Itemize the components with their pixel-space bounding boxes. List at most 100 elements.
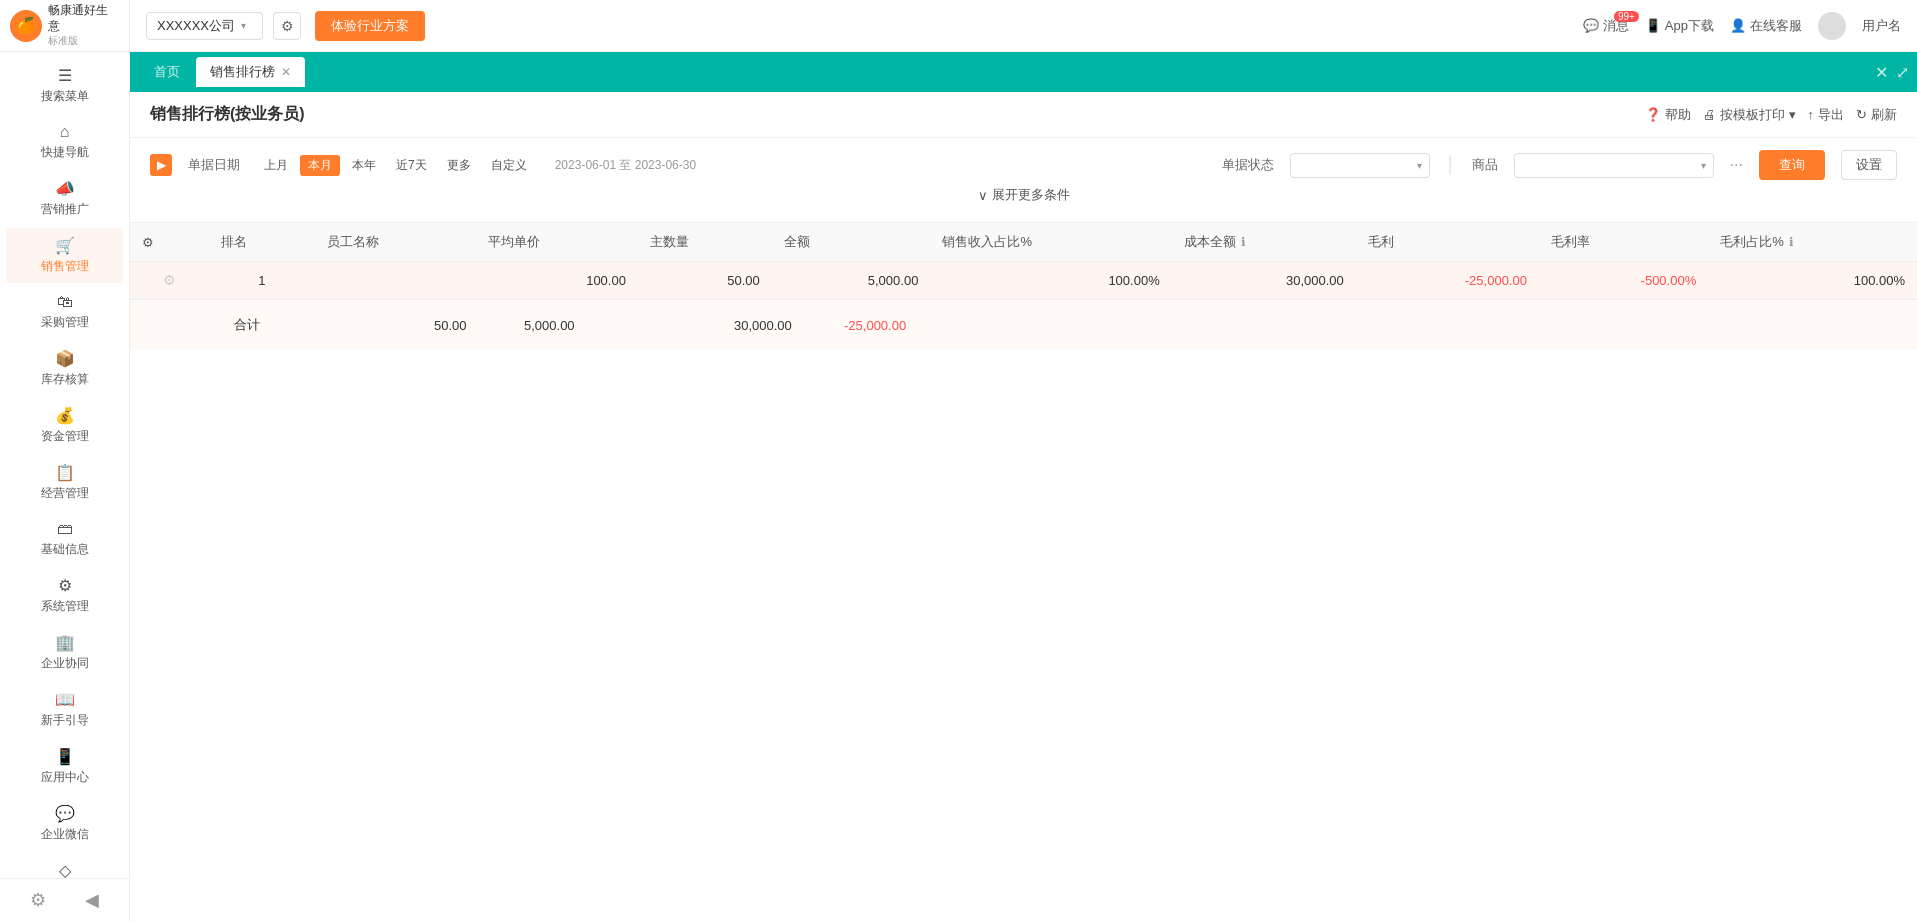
footer-profit-pct xyxy=(1032,319,1132,331)
table-footer: 合计 50.00 5,000.00 30,000.00 -25,000.00 xyxy=(130,299,1917,350)
page-actions: ❓ 帮助 🖨 按模板打印 ▾ ↑ 导出 ↻ 刷新 xyxy=(1645,106,1898,124)
sidebar-bottom: ⚙ ◀ xyxy=(0,878,129,921)
user-avatar[interactable] xyxy=(1818,12,1846,40)
sidebar-item-marketing[interactable]: 📣 营销推广 xyxy=(6,171,123,226)
query-button[interactable]: 查询 xyxy=(1759,150,1825,180)
footer-label: 合计 xyxy=(222,310,322,340)
row-quantity: 50.00 xyxy=(638,262,772,299)
sidebar-label-system: 系统管理 xyxy=(41,598,89,615)
online-service-label: 在线客服 xyxy=(1750,17,1802,35)
col-rank: 排名 xyxy=(209,223,315,262)
filter-more-dots[interactable]: ··· xyxy=(1730,156,1743,174)
sidebar-item-search-order[interactable]: ☰ 搜索菜单 xyxy=(6,58,123,113)
export-icon: ↑ xyxy=(1808,107,1815,122)
logo-area: 🍊 畅康通好生意 标准版 xyxy=(0,0,129,52)
sidebar-item-quick-nav[interactable]: ⌂ 快捷导航 xyxy=(6,115,123,169)
sidebar-item-basics[interactable]: 🗃 基础信息 xyxy=(6,512,123,566)
help-button[interactable]: ❓ 帮助 xyxy=(1645,106,1691,124)
row-avg-price: 100.00 xyxy=(476,262,638,299)
footer-sales-pct xyxy=(612,319,722,331)
sidebar-item-wechat[interactable]: 💬 企业微信 xyxy=(6,796,123,851)
footer-cost: 30,000.00 xyxy=(722,312,832,339)
export-button[interactable]: ↑ 导出 xyxy=(1808,106,1845,124)
appstore-icon: 📱 xyxy=(55,747,75,766)
sidebar-item-purchase[interactable]: 🛍 采购管理 xyxy=(6,285,123,339)
row-profit: -25,000.00 xyxy=(1356,262,1539,299)
col-cost: 成本全额 ℹ xyxy=(1172,223,1356,262)
trial-button[interactable]: 体验行业方案 xyxy=(315,11,425,41)
col-settings[interactable]: ⚙ xyxy=(130,223,209,262)
sidebar-label-enterprise: 企业协同 xyxy=(41,655,89,672)
app-download-button[interactable]: 📱 App下载 xyxy=(1645,17,1714,35)
footer-rank-cell xyxy=(162,319,222,331)
sidebar-item-newbie[interactable]: 📖 新手引导 xyxy=(6,682,123,737)
refresh-icon: ↻ xyxy=(1856,107,1867,122)
sidebar-collapse-icon[interactable]: ◀ xyxy=(85,889,99,911)
expand-more-button[interactable]: ∨ 展开更多条件 xyxy=(150,180,1897,210)
footer-avg-price xyxy=(322,319,422,331)
col-amount: 全额 xyxy=(772,223,931,262)
sidebar-label-marketing: 营销推广 xyxy=(41,201,89,218)
date-tab-this-year[interactable]: 本年 xyxy=(344,155,384,176)
settings-small-button[interactable]: 设置 xyxy=(1841,150,1897,180)
date-tab-custom[interactable]: 自定义 xyxy=(483,155,535,176)
goods-select[interactable] xyxy=(1514,153,1714,178)
sidebar-item-finance[interactable]: 💰 资金管理 xyxy=(6,398,123,453)
sidebar-item-enterprise[interactable]: 🏢 企业协同 xyxy=(6,625,123,680)
status-select[interactable] xyxy=(1290,153,1430,178)
col-name: 员工名称 xyxy=(315,223,477,262)
sidebar-settings-icon[interactable]: ⚙ xyxy=(30,889,46,911)
sidebar-item-appstore[interactable]: 📱 应用中心 xyxy=(6,739,123,794)
service-icon: 👤 xyxy=(1730,18,1746,33)
window-close-icon[interactable]: ✕ xyxy=(1875,63,1888,82)
cost-info-icon[interactable]: ℹ xyxy=(1241,235,1246,249)
expand-label: 展开更多条件 xyxy=(992,186,1070,204)
sidebar-item-system[interactable]: ⚙ 系统管理 xyxy=(6,568,123,623)
tab-sales-ranking[interactable]: 销售排行榜 ✕ xyxy=(196,57,305,87)
date-tab-more[interactable]: 更多 xyxy=(439,155,479,176)
row-settings[interactable]: ⚙ xyxy=(130,262,209,299)
topbar-settings-button[interactable]: ⚙ xyxy=(273,12,301,40)
table-header-row: ⚙ 排名 员工名称 平均单价 主数量 全额 销售收入占比% 成本全额 ℹ 毛利 … xyxy=(130,223,1917,262)
filter-divider-1: │ xyxy=(1446,156,1456,174)
row-cost: 30,000.00 xyxy=(1172,262,1356,299)
filter-collapse-icon[interactable]: ▶ xyxy=(150,154,172,176)
date-tabs: 上月 本月 本年 近7天 更多 自定义 xyxy=(256,155,535,176)
tab-label: 销售排行榜 xyxy=(210,63,275,81)
date-tab-7days[interactable]: 近7天 xyxy=(388,155,435,176)
finance-icon: 💰 xyxy=(55,406,75,425)
date-tab-this-month[interactable]: 本月 xyxy=(300,155,340,176)
sidebar-label-purchase: 采购管理 xyxy=(41,314,89,331)
row-amount: 5,000.00 xyxy=(772,262,931,299)
company-selector[interactable]: XXXXXX公司 ▾ xyxy=(146,12,263,40)
row-profit-pct: 100.00% xyxy=(1708,262,1917,299)
online-service-button[interactable]: 👤 在线客服 xyxy=(1730,17,1802,35)
company-caret-icon: ▾ xyxy=(241,20,246,31)
sidebar: 🍊 畅康通好生意 标准版 ☰ 搜索菜单 ⌂ 快捷导航 📣 营销推广 🛒 销售管理… xyxy=(0,0,130,921)
refresh-button[interactable]: ↻ 刷新 xyxy=(1856,106,1897,124)
username-label[interactable]: 用户名 xyxy=(1862,17,1901,35)
basics-icon: 🗃 xyxy=(57,520,73,538)
sidebar-item-member[interactable]: ◇ 畅会员 xyxy=(6,853,123,878)
member-icon: ◇ xyxy=(59,861,71,878)
app-download-label: App下载 xyxy=(1665,17,1714,35)
row-sales-pct: 100.00% xyxy=(930,262,1171,299)
sidebar-item-operations[interactable]: 📋 经营管理 xyxy=(6,455,123,510)
system-icon: ⚙ xyxy=(58,576,72,595)
print-button[interactable]: 🖨 按模板打印 ▾ xyxy=(1703,106,1796,124)
sidebar-item-inventory[interactable]: 📦 库存核算 xyxy=(6,341,123,396)
date-tab-last-month[interactable]: 上月 xyxy=(256,155,296,176)
refresh-label: 刷新 xyxy=(1871,106,1897,124)
col-quantity: 主数量 xyxy=(638,223,772,262)
sidebar-item-sales[interactable]: 🛒 销售管理 xyxy=(6,228,123,283)
row-margin-rate: -500.00% xyxy=(1539,262,1708,299)
sidebar-label-operations: 经营管理 xyxy=(41,485,89,502)
profit-pct-info-icon[interactable]: ℹ xyxy=(1789,235,1794,249)
tab-bar-right: ✕ ⤢ xyxy=(1875,63,1909,82)
page-title: 销售排行榜(按业务员) xyxy=(150,104,305,125)
tab-close-icon[interactable]: ✕ xyxy=(281,65,291,79)
row-rank: 1 xyxy=(209,262,315,299)
window-expand-icon[interactable]: ⤢ xyxy=(1896,63,1909,82)
message-button[interactable]: 💬 消息 99+ xyxy=(1583,17,1629,35)
tab-home[interactable]: 首页 xyxy=(138,57,196,87)
